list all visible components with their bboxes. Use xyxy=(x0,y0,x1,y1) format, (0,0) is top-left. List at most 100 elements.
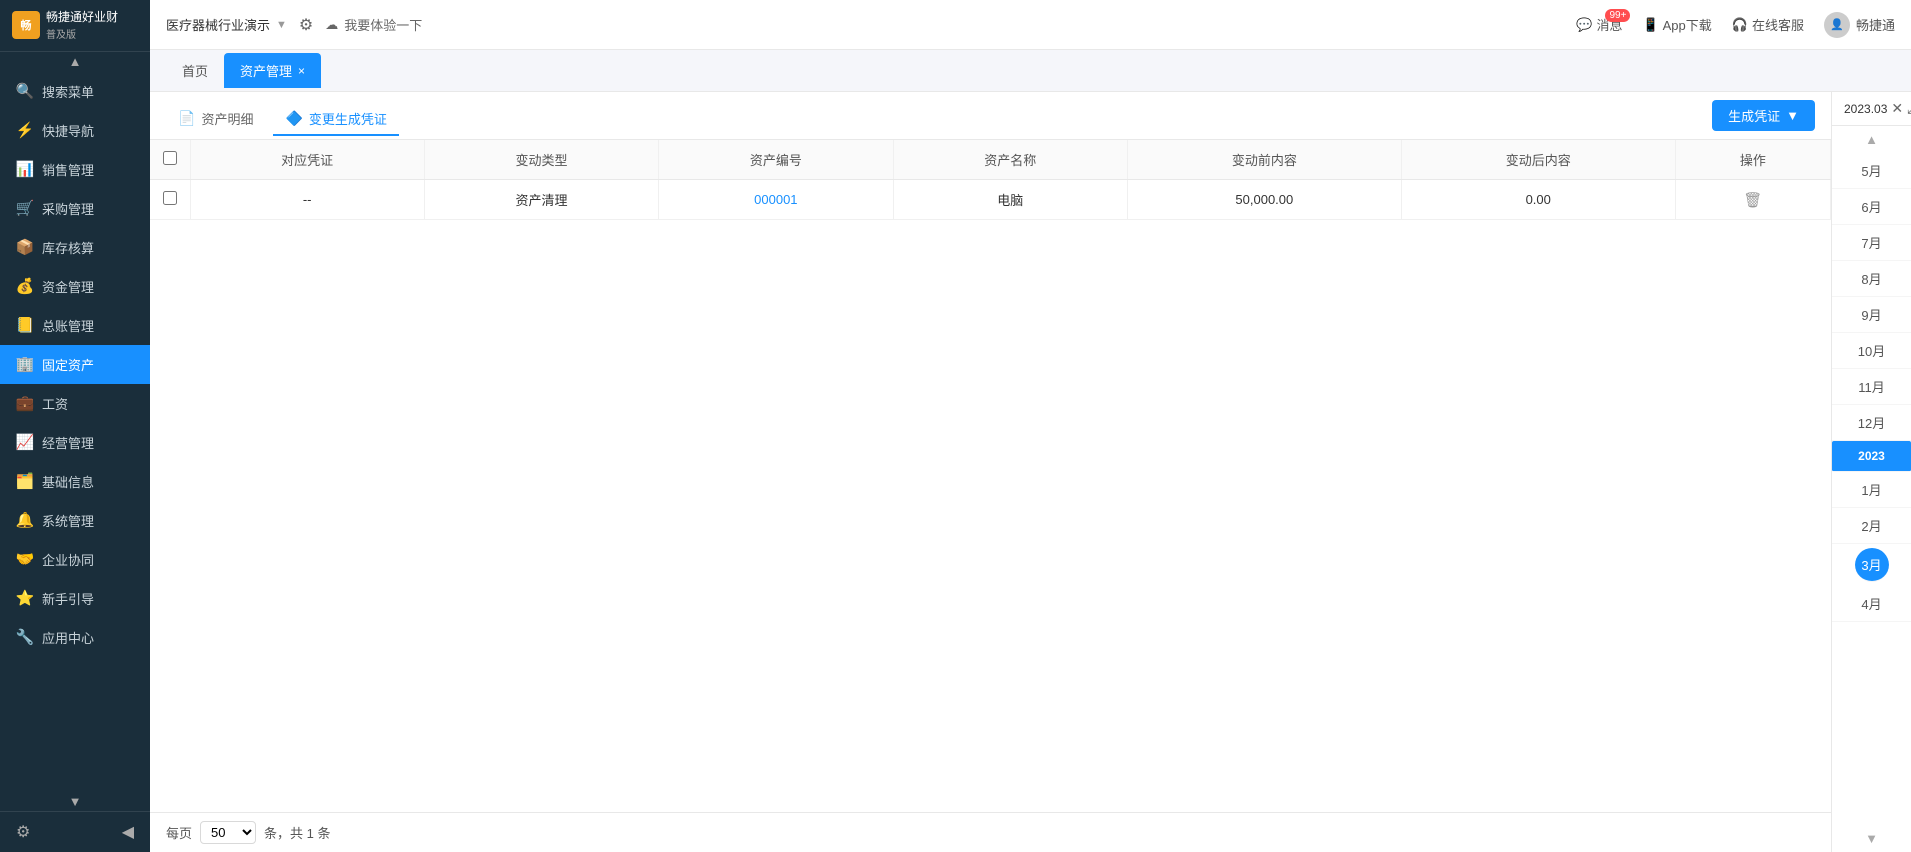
change-voucher-icon: 🔷 xyxy=(285,110,302,127)
sidebar-item-payroll[interactable]: 💼 工资 xyxy=(0,384,150,423)
sub-tab-asset-detail[interactable]: 📄 资产明细 xyxy=(166,103,265,136)
month-item-2[interactable]: 2月 xyxy=(1832,508,1911,544)
select-all-checkbox[interactable] xyxy=(163,151,177,165)
customer-service-icon: 🎧 xyxy=(1732,17,1748,33)
enterprise-icon: 🤝 xyxy=(16,550,34,568)
month-item-8[interactable]: 8月 xyxy=(1832,261,1911,297)
username: 畅捷通 xyxy=(1856,15,1895,34)
sub-tab-asset-detail-label: 资产明细 xyxy=(201,109,253,128)
total-label: 条，共 1 条 xyxy=(264,823,330,842)
right-panel: 2023.03 ✕ ⤢ ▲ 5月 6月 7月 8月 9月 10月 11月 12月… xyxy=(1831,92,1911,852)
sidebar-item-quick-nav[interactable]: ⚡ 快捷导航 xyxy=(0,111,150,150)
sidebar-item-label: 采购管理 xyxy=(42,199,94,218)
row-change-type: 资产清理 xyxy=(424,180,658,220)
sidebar-logo: 畅 畅捷通好业财 普及版 xyxy=(0,0,150,52)
per-page-select[interactable]: 50 10 20 100 xyxy=(200,821,256,844)
messages-badge: 99+ xyxy=(1605,9,1630,22)
sidebar-item-funds[interactable]: 💰 资金管理 xyxy=(0,267,150,306)
month-item-3-current[interactable]: 3月 xyxy=(1855,548,1889,582)
sidebar-item-label: 固定资产 xyxy=(42,355,94,374)
row-after-change: 0.00 xyxy=(1401,180,1675,220)
month-item-12[interactable]: 12月 xyxy=(1832,405,1911,441)
sub-tab-change-voucher[interactable]: 🔷 变更生成凭证 xyxy=(273,103,398,136)
sidebar-item-label: 库存核算 xyxy=(42,238,94,257)
top-header: 医疗器械行业演示 ▼ ⚙ ☁ 我要体验一下 💬 消息 99+ 📱 App下载 🎧… xyxy=(150,0,1911,50)
experience-button[interactable]: ☁ 我要体验一下 xyxy=(325,15,422,34)
month-item-9[interactable]: 9月 xyxy=(1832,297,1911,333)
basic-info-icon: 🗂️ xyxy=(16,472,34,490)
month-item-10[interactable]: 10月 xyxy=(1832,333,1911,369)
panel-expand-icon[interactable]: ⤢ xyxy=(1907,100,1911,117)
sidebar-item-label: 基础信息 xyxy=(42,472,94,491)
sidebar-item-basic-info[interactable]: 🗂️ 基础信息 xyxy=(0,462,150,501)
data-table: 对应凭证 变动类型 资产编号 资产名称 变动前内容 变动后内容 操作 xyxy=(150,140,1831,220)
panel-close-icon[interactable]: ✕ xyxy=(1891,100,1903,117)
sidebar-item-operations[interactable]: 📈 经营管理 xyxy=(0,423,150,462)
sidebar-item-inventory[interactable]: 📦 库存核算 xyxy=(0,228,150,267)
logo-icon: 畅 xyxy=(12,11,40,39)
col-voucher: 对应凭证 xyxy=(190,140,424,180)
delete-icon[interactable]: 🗑 xyxy=(1743,192,1762,209)
ledger-icon: 📒 xyxy=(16,316,34,334)
row-before-change: 50,000.00 xyxy=(1127,180,1401,220)
row-checkbox[interactable] xyxy=(163,191,177,205)
scroll-up-arrow[interactable]: ▲ xyxy=(1832,126,1911,153)
app-download-button[interactable]: 📱 App下载 xyxy=(1642,15,1711,34)
avatar: 👤 xyxy=(1824,12,1850,38)
user-area[interactable]: 👤 畅捷通 xyxy=(1824,12,1895,38)
company-selector[interactable]: 医疗器械行业演示 ▼ xyxy=(166,15,287,34)
scroll-down-arrow[interactable]: ▼ xyxy=(1832,825,1911,852)
collapse-icon[interactable]: ◀ xyxy=(122,822,134,842)
tab-close-icon[interactable]: × xyxy=(298,64,305,78)
month-item-7[interactable]: 7月 xyxy=(1832,225,1911,261)
year-2023-label: 2023 xyxy=(1832,441,1911,472)
generate-voucher-label: 生成凭证 xyxy=(1728,106,1780,125)
month-item-1[interactable]: 1月 xyxy=(1832,472,1911,508)
month-item-5[interactable]: 5月 xyxy=(1832,153,1911,189)
company-name: 医疗器械行业演示 xyxy=(166,15,270,34)
sidebar-item-sales[interactable]: 📊 销售管理 xyxy=(0,150,150,189)
sidebar-scroll-down[interactable]: ▼ xyxy=(0,791,150,811)
sidebar-scroll-up[interactable]: ▲ xyxy=(0,52,150,72)
table-footer: 每页 50 10 20 100 条，共 1 条 xyxy=(150,812,1831,852)
purchase-icon: 🛒 xyxy=(16,199,34,217)
sidebar-item-label: 经营管理 xyxy=(42,433,94,452)
settings-icon[interactable]: ⚙ xyxy=(16,822,30,842)
operations-icon: 📈 xyxy=(16,433,34,451)
system-icon: 🔔 xyxy=(16,511,34,529)
tab-home[interactable]: 首页 xyxy=(166,53,224,88)
sidebar-item-ledger[interactable]: 📒 总账管理 xyxy=(0,306,150,345)
quick-nav-icon: ⚡ xyxy=(16,121,34,139)
sidebar-item-fixed-assets[interactable]: 🏢 固定资产 xyxy=(0,345,150,384)
payroll-icon: 💼 xyxy=(16,394,34,412)
sidebar-item-enterprise[interactable]: 🤝 企业协同 xyxy=(0,540,150,579)
header-settings-icon[interactable]: ⚙ xyxy=(299,15,313,35)
customer-service-button[interactable]: 🎧 在线客服 xyxy=(1732,15,1804,34)
customer-service-label: 在线客服 xyxy=(1752,15,1804,34)
tab-asset-management[interactable]: 资产管理 × xyxy=(224,53,321,88)
sidebar-item-label: 新手引导 xyxy=(42,589,94,608)
month-item-11[interactable]: 11月 xyxy=(1832,369,1911,405)
month-item-4[interactable]: 4月 xyxy=(1832,586,1911,622)
sidebar-item-label: 应用中心 xyxy=(42,628,94,647)
messages-button[interactable]: 💬 消息 99+ xyxy=(1576,15,1622,34)
sidebar-item-label: 工资 xyxy=(42,394,68,413)
logo-edition: 普及版 xyxy=(46,26,118,41)
sidebar-item-guide[interactable]: ⭐ 新手引导 xyxy=(0,579,150,618)
sidebar-item-purchase[interactable]: 🛒 采购管理 xyxy=(0,189,150,228)
logo-title: 畅捷通好业财 xyxy=(46,10,118,26)
col-after-change: 变动后内容 xyxy=(1401,140,1675,180)
funds-icon: 💰 xyxy=(16,277,34,295)
sidebar-item-app-center[interactable]: 🔧 应用中心 xyxy=(0,618,150,657)
tab-bar: 首页 资产管理 × xyxy=(150,50,1911,92)
col-asset-code: 资产编号 xyxy=(659,140,893,180)
month-item-6[interactable]: 6月 xyxy=(1832,189,1911,225)
sidebar-item-label: 快捷导航 xyxy=(42,121,94,140)
sidebar-item-label: 销售管理 xyxy=(42,160,94,179)
sidebar-item-search[interactable]: 🔍 搜索菜单 xyxy=(0,72,150,111)
generate-voucher-button[interactable]: 生成凭证 ▼ xyxy=(1712,100,1815,131)
month-list: 5月 6月 7月 8月 9月 10月 11月 12月 2023 1月 2月 3月… xyxy=(1832,153,1911,825)
sidebar-item-label: 企业协同 xyxy=(42,550,94,569)
col-operation: 操作 xyxy=(1675,140,1830,180)
sidebar-item-system[interactable]: 🔔 系统管理 xyxy=(0,501,150,540)
